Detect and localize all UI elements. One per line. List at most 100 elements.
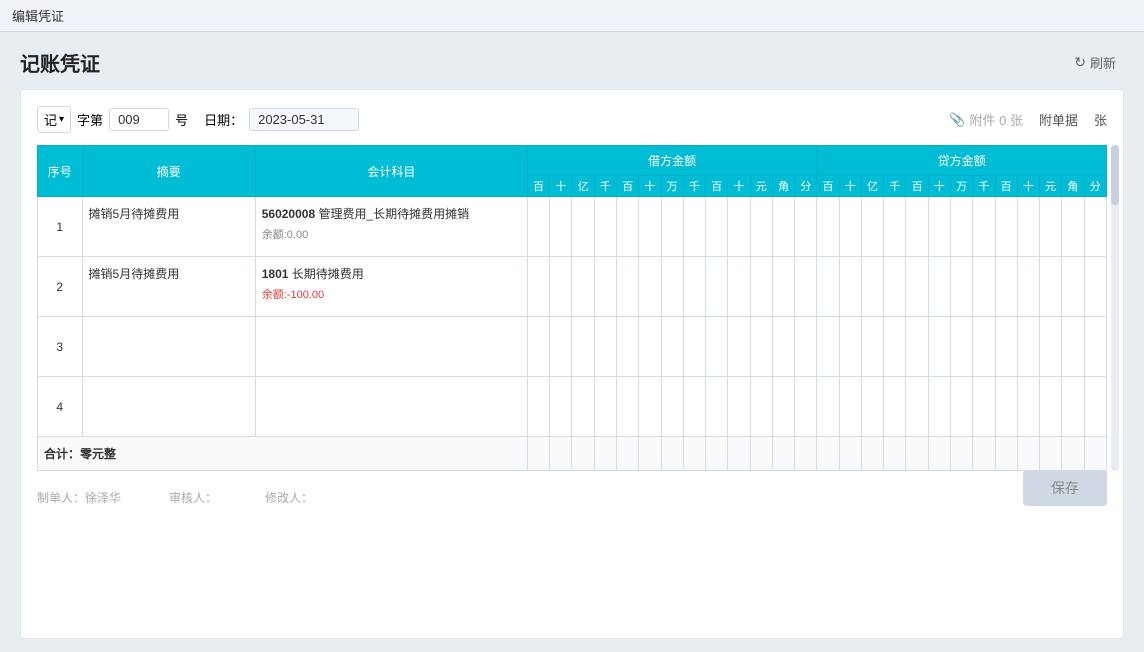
cell-debit-d2[interactable] — [550, 257, 572, 317]
cell-debit-d13[interactable] — [795, 257, 817, 317]
cell-debit-d10[interactable] — [728, 197, 750, 257]
cell-credit-d6[interactable] — [928, 377, 950, 437]
cell-credit-d12[interactable] — [1062, 317, 1084, 377]
cell-account[interactable] — [255, 377, 527, 437]
cell-debit-d1[interactable] — [527, 317, 549, 377]
cell-credit-d7[interactable] — [950, 197, 972, 257]
cell-credit-d2[interactable] — [839, 197, 861, 257]
cell-debit-d3[interactable] — [572, 257, 594, 317]
cell-debit-d6[interactable] — [639, 377, 661, 437]
cell-debit-d3[interactable] — [572, 377, 594, 437]
cell-debit-d6[interactable] — [639, 197, 661, 257]
cell-credit-d12[interactable] — [1062, 197, 1084, 257]
refresh-button[interactable]: ↻ 刷新 — [1066, 49, 1124, 76]
cell-debit-d12[interactable] — [772, 317, 794, 377]
cell-summary[interactable] — [82, 377, 255, 437]
cell-debit-d11[interactable] — [750, 377, 772, 437]
cell-debit-d3[interactable] — [572, 197, 594, 257]
cell-credit-d11[interactable] — [1040, 257, 1062, 317]
cell-debit-d3[interactable] — [572, 317, 594, 377]
cell-credit-d11[interactable] — [1040, 197, 1062, 257]
cell-credit-d1[interactable] — [817, 377, 839, 437]
cell-credit-d13[interactable] — [1084, 257, 1106, 317]
cell-debit-d2[interactable] — [550, 377, 572, 437]
cell-debit-d4[interactable] — [594, 257, 616, 317]
cell-credit-d8[interactable] — [973, 197, 995, 257]
cell-debit-d11[interactable] — [750, 197, 772, 257]
cell-credit-d6[interactable] — [928, 197, 950, 257]
cell-debit-d10[interactable] — [728, 317, 750, 377]
cell-debit-d11[interactable] — [750, 317, 772, 377]
cell-credit-d5[interactable] — [906, 317, 928, 377]
cell-debit-d7[interactable] — [661, 197, 683, 257]
cell-debit-d2[interactable] — [550, 197, 572, 257]
table-row[interactable]: 2摊销5月待摊费用1801 长期待摊费用余额:-100.00 — [38, 257, 1107, 317]
cell-credit-d5[interactable] — [906, 257, 928, 317]
cell-debit-d13[interactable] — [795, 377, 817, 437]
cell-credit-d12[interactable] — [1062, 257, 1084, 317]
cell-account[interactable]: 56020008 管理费用_长期待摊费用摊销余额:0.00 — [255, 197, 527, 257]
cell-credit-d10[interactable] — [1017, 197, 1039, 257]
attach-single-button[interactable]: 附单据 — [1039, 110, 1078, 129]
cell-credit-d13[interactable] — [1084, 377, 1106, 437]
cell-credit-d9[interactable] — [995, 197, 1017, 257]
cell-debit-d11[interactable] — [750, 257, 772, 317]
cell-credit-d1[interactable] — [817, 317, 839, 377]
cell-debit-d5[interactable] — [616, 197, 638, 257]
cell-debit-d9[interactable] — [706, 257, 728, 317]
cell-debit-d12[interactable] — [772, 377, 794, 437]
cell-credit-d6[interactable] — [928, 317, 950, 377]
prefix-select[interactable]: 记 ▾ — [37, 106, 71, 133]
cell-credit-d12[interactable] — [1062, 377, 1084, 437]
cell-credit-d10[interactable] — [1017, 257, 1039, 317]
cell-debit-d9[interactable] — [706, 377, 728, 437]
cell-credit-d6[interactable] — [928, 257, 950, 317]
cell-credit-d7[interactable] — [950, 377, 972, 437]
table-row[interactable]: 1摊销5月待摊费用56020008 管理费用_长期待摊费用摊销余额:0.00 — [38, 197, 1107, 257]
cell-summary[interactable]: 摊销5月待摊费用 — [82, 257, 255, 317]
cell-credit-d5[interactable] — [906, 197, 928, 257]
cell-credit-d7[interactable] — [950, 317, 972, 377]
table-row[interactable]: 3 — [38, 317, 1107, 377]
cell-debit-d4[interactable] — [594, 197, 616, 257]
cell-debit-d1[interactable] — [527, 197, 549, 257]
cell-credit-d4[interactable] — [884, 197, 906, 257]
cell-debit-d2[interactable] — [550, 317, 572, 377]
cell-debit-d13[interactable] — [795, 317, 817, 377]
cell-credit-d8[interactable] — [973, 377, 995, 437]
cell-debit-d10[interactable] — [728, 257, 750, 317]
date-input[interactable] — [249, 108, 359, 131]
cell-credit-d11[interactable] — [1040, 377, 1062, 437]
cell-credit-d2[interactable] — [839, 377, 861, 437]
cell-credit-d3[interactable] — [861, 377, 883, 437]
cell-debit-d13[interactable] — [795, 197, 817, 257]
cell-debit-d8[interactable] — [683, 257, 705, 317]
cell-credit-d8[interactable] — [973, 257, 995, 317]
cell-credit-d2[interactable] — [839, 317, 861, 377]
cell-credit-d9[interactable] — [995, 257, 1017, 317]
cell-debit-d5[interactable] — [616, 257, 638, 317]
cell-debit-d8[interactable] — [683, 197, 705, 257]
cell-credit-d10[interactable] — [1017, 377, 1039, 437]
cell-credit-d13[interactable] — [1084, 317, 1106, 377]
cell-credit-d7[interactable] — [950, 257, 972, 317]
cell-credit-d10[interactable] — [1017, 317, 1039, 377]
cell-debit-d4[interactable] — [594, 377, 616, 437]
voucher-number-input[interactable] — [109, 108, 169, 131]
cell-debit-d12[interactable] — [772, 257, 794, 317]
attachment-link[interactable]: 📎 附件 0 张 — [949, 110, 1023, 129]
cell-credit-d2[interactable] — [839, 257, 861, 317]
cell-credit-d3[interactable] — [861, 317, 883, 377]
cell-credit-d4[interactable] — [884, 257, 906, 317]
cell-credit-d9[interactable] — [995, 317, 1017, 377]
cell-debit-d12[interactable] — [772, 197, 794, 257]
cell-summary[interactable]: 摊销5月待摊费用 — [82, 197, 255, 257]
cell-debit-d9[interactable] — [706, 197, 728, 257]
cell-account[interactable]: 1801 长期待摊费用余额:-100.00 — [255, 257, 527, 317]
cell-debit-d8[interactable] — [683, 377, 705, 437]
save-button[interactable]: 保存 — [1023, 470, 1107, 506]
cell-credit-d3[interactable] — [861, 197, 883, 257]
cell-credit-d8[interactable] — [973, 317, 995, 377]
cell-credit-d4[interactable] — [884, 317, 906, 377]
cell-debit-d6[interactable] — [639, 257, 661, 317]
